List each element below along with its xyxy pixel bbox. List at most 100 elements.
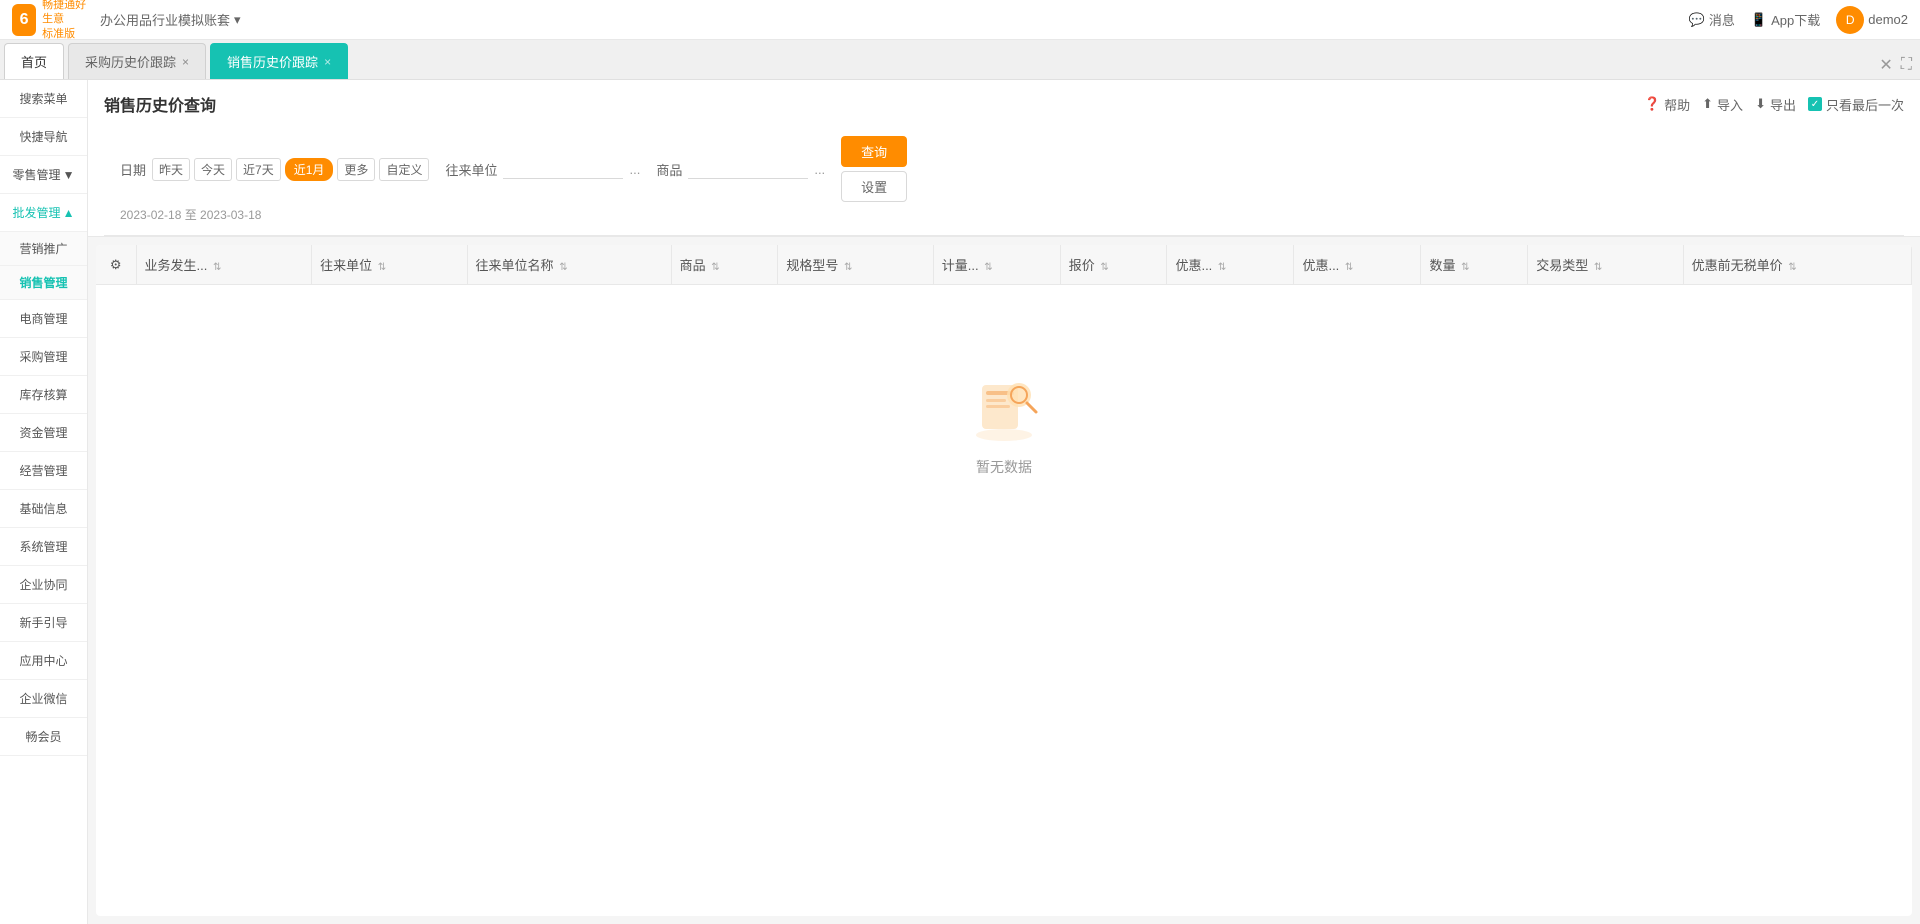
action-buttons: 查询 设置	[841, 136, 907, 202]
partner-dots[interactable]: ...	[629, 162, 640, 177]
message-button[interactable]: 💬 消息	[1689, 10, 1735, 29]
page-title-row: 销售历史价查询 ❓ 帮助 ⬆ 导入 ⬇ 导出 ✓	[104, 92, 1904, 116]
sidebar: 搜索菜单 快捷导航 零售管理 ▼ 批发管理 ▲ 营销推广 销售管理 电商管理 采…	[0, 80, 88, 924]
product-dots[interactable]: ...	[814, 162, 825, 177]
partner-input[interactable]	[503, 159, 623, 179]
breadcrumb[interactable]: 办公用品行业模拟账套 ▾	[100, 10, 241, 29]
th-quantity[interactable]: 数量 ⇅	[1421, 245, 1528, 285]
checkbox-checked-icon: ✓	[1808, 97, 1822, 111]
query-button[interactable]: 查询	[841, 136, 907, 167]
th-unit[interactable]: 计量... ⇅	[933, 245, 1060, 285]
sidebar-item-sales-management[interactable]: 销售管理	[0, 266, 87, 300]
message-icon: 💬	[1689, 12, 1705, 28]
setting-button[interactable]: 设置	[841, 171, 907, 202]
sidebar-item-marketing[interactable]: 营销推广	[0, 232, 87, 266]
sort-icon: ⇅	[1461, 262, 1469, 273]
page-header: 销售历史价查询 ❓ 帮助 ⬆ 导入 ⬇ 导出 ✓	[88, 80, 1920, 237]
sidebar-item-search[interactable]: 搜索菜单	[0, 80, 87, 118]
th-business-date[interactable]: 业务发生... ⇅	[136, 245, 312, 285]
import-icon: ⬆	[1702, 96, 1713, 112]
tab-purchase-close-icon[interactable]: ×	[182, 55, 189, 69]
sidebar-item-guide[interactable]: 新手引导	[0, 604, 87, 642]
th-product[interactable]: 商品 ⇅	[671, 245, 778, 285]
date-btn-7days[interactable]: 近7天	[236, 158, 281, 181]
sort-icon: ⇅	[213, 262, 221, 273]
avatar: D	[1836, 6, 1864, 34]
sidebar-wholesale-submenu: 营销推广 销售管理	[0, 232, 87, 300]
date-btn-more[interactable]: 更多	[337, 158, 375, 181]
date-btn-today[interactable]: 今天	[194, 158, 232, 181]
export-button[interactable]: ⬇ 导出	[1755, 95, 1796, 114]
user-menu[interactable]: D demo2	[1836, 6, 1908, 34]
export-icon: ⬇	[1755, 96, 1766, 112]
tab-bar-controls: ✕ ⛶	[1879, 55, 1920, 79]
close-window-icon[interactable]: ✕	[1879, 55, 1892, 75]
tab-sales-history[interactable]: 销售历史价跟踪 ×	[210, 43, 348, 79]
header-right: 💬 消息 📱 App下载 D demo2	[1689, 6, 1908, 34]
data-table: ⚙ 业务发生... ⇅ 往来单位 ⇅ 往来单位名称 ⇅	[96, 245, 1912, 285]
app-download-button[interactable]: 📱 App下载	[1751, 10, 1820, 29]
th-transaction-type[interactable]: 交易类型 ⇅	[1528, 245, 1683, 285]
th-pre-discount-price[interactable]: 优惠前无税单价 ⇅	[1683, 245, 1911, 285]
product-filter-item: 商品 ...	[656, 159, 825, 179]
help-icon: ❓	[1644, 96, 1660, 112]
tab-purchase-history[interactable]: 采购历史价跟踪 ×	[68, 43, 206, 79]
sidebar-item-basic-info[interactable]: 基础信息	[0, 490, 87, 528]
date-filter: 昨天 今天 近7天 近1月 更多 自定义	[152, 158, 429, 181]
tab-home[interactable]: 首页	[4, 43, 64, 79]
table-header: ⚙ 业务发生... ⇅ 往来单位 ⇅ 往来单位名称 ⇅	[96, 245, 1912, 285]
only-last-checkbox[interactable]: ✓ 只看最后一次	[1808, 95, 1904, 114]
page-title: 销售历史价查询	[104, 92, 216, 116]
help-button[interactable]: ❓ 帮助	[1644, 95, 1690, 114]
tab-sales-close-icon[interactable]: ×	[324, 55, 331, 69]
header-bar: 6 畅捷通好生意 标准版 办公用品行业模拟账套 ▾ 💬 消息 📱 App下载 D…	[0, 0, 1920, 40]
filter-row: 日期 昨天 今天 近7天 近1月 更多 自定义 往来单位	[120, 136, 1888, 202]
sidebar-item-retail[interactable]: 零售管理 ▼	[0, 156, 87, 194]
sidebar-item-member[interactable]: 畅会员	[0, 718, 87, 756]
th-quoted-price[interactable]: 报价 ⇅	[1060, 245, 1167, 285]
tab-bar: 首页 采购历史价跟踪 × 销售历史价跟踪 × ✕ ⛶	[0, 40, 1920, 80]
sidebar-item-ecommerce[interactable]: 电商管理	[0, 300, 87, 338]
th-partner-name[interactable]: 往来单位名称 ⇅	[467, 245, 671, 285]
sidebar-item-finance[interactable]: 资金管理	[0, 414, 87, 452]
sidebar-item-wholesale[interactable]: 批发管理 ▲	[0, 194, 87, 232]
sort-icon: ⇅	[1100, 262, 1108, 273]
th-discount1[interactable]: 优惠... ⇅	[1167, 245, 1294, 285]
content-area: 销售历史价查询 ❓ 帮助 ⬆ 导入 ⬇ 导出 ✓	[88, 80, 1920, 924]
date-btn-1month[interactable]: 近1月	[285, 158, 334, 181]
import-button[interactable]: ⬆ 导入	[1702, 95, 1743, 114]
empty-text: 暂无数据	[976, 457, 1032, 477]
empty-illustration	[964, 365, 1044, 445]
maximize-icon[interactable]: ⛶	[1901, 56, 1912, 74]
header-left: 6 畅捷通好生意 标准版 办公用品行业模拟账套 ▾	[12, 0, 241, 41]
date-btn-yesterday[interactable]: 昨天	[152, 158, 190, 181]
th-spec[interactable]: 规格型号 ⇅	[778, 245, 933, 285]
sidebar-item-wechat[interactable]: 企业微信	[0, 680, 87, 718]
sort-icon: ⇅	[844, 262, 852, 273]
sort-icon: ⇅	[711, 262, 719, 273]
chevron-up-icon: ▲	[63, 206, 75, 220]
sort-icon: ⇅	[1218, 262, 1226, 273]
th-settings[interactable]: ⚙	[96, 245, 136, 285]
sidebar-item-system[interactable]: 系统管理	[0, 528, 87, 566]
sidebar-item-apps[interactable]: 应用中心	[0, 642, 87, 680]
th-partner-code[interactable]: 往来单位 ⇅	[312, 245, 467, 285]
sort-icon: ⇅	[1345, 262, 1353, 273]
sidebar-item-operations[interactable]: 经营管理	[0, 452, 87, 490]
th-discount2[interactable]: 优惠... ⇅	[1294, 245, 1421, 285]
main-layout: 搜索菜单 快捷导航 零售管理 ▼ 批发管理 ▲ 营销推广 销售管理 电商管理 采…	[0, 80, 1920, 924]
filter-area: 日期 昨天 今天 近7天 近1月 更多 自定义 往来单位	[104, 126, 1904, 236]
date-filter-item: 日期 昨天 今天 近7天 近1月 更多 自定义	[120, 158, 429, 181]
sort-icon: ⇅	[559, 262, 567, 273]
empty-state: 暂无数据	[96, 285, 1912, 557]
chevron-down-icon: ▼	[63, 168, 75, 182]
sidebar-item-enterprise[interactable]: 企业协同	[0, 566, 87, 604]
table-header-row: ⚙ 业务发生... ⇅ 往来单位 ⇅ 往来单位名称 ⇅	[96, 245, 1912, 285]
sort-icon: ⇅	[1788, 262, 1796, 273]
sidebar-item-inventory[interactable]: 库存核算	[0, 376, 87, 414]
date-range-display: 2023-02-18 至 2023-03-18	[120, 206, 1888, 223]
sidebar-item-purchase[interactable]: 采购管理	[0, 338, 87, 376]
sidebar-item-quicknav[interactable]: 快捷导航	[0, 118, 87, 156]
product-input[interactable]	[688, 159, 808, 179]
date-btn-custom[interactable]: 自定义	[379, 158, 429, 181]
